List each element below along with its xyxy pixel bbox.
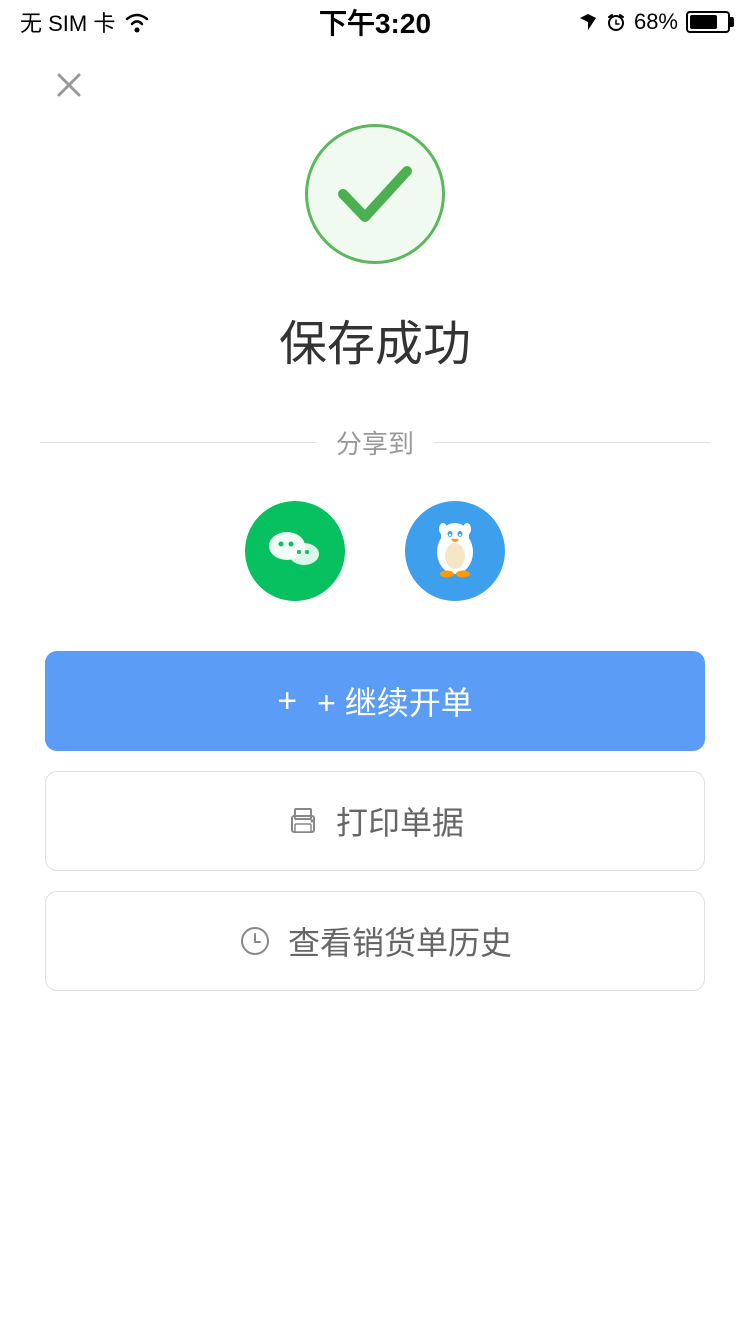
checkmark-icon [335, 159, 415, 229]
share-section: 分享到 [0, 424, 750, 601]
status-time: 下午3:20 [319, 2, 431, 42]
battery-icon [686, 11, 730, 33]
continue-button[interactable]: + + 继续开单 [45, 651, 705, 751]
status-right: 68% [578, 9, 730, 35]
share-icons-row [245, 501, 505, 601]
clock-icon [238, 924, 272, 958]
wechat-icon [264, 524, 326, 578]
print-label: 打印单据 [336, 798, 464, 844]
share-divider: 分享到 [0, 424, 750, 461]
status-bar: 无 SIM 卡 下午3:20 68% [0, 0, 750, 44]
battery-percent: 68% [634, 9, 678, 35]
status-left: 无 SIM 卡 [20, 6, 151, 38]
wechat-share-button[interactable] [245, 501, 345, 601]
alarm-icon [606, 12, 626, 32]
location-icon [578, 12, 598, 32]
no-sim-label: 无 SIM 卡 [20, 6, 115, 38]
continue-label: + 继续开单 [317, 678, 473, 724]
share-label: 分享到 [336, 424, 414, 461]
plus-icon: + [277, 682, 297, 721]
history-label: 查看销货单历史 [288, 918, 512, 964]
main-content: 保存成功 分享到 [0, 44, 750, 991]
divider-line-right [434, 442, 710, 443]
close-button[interactable] [44, 60, 94, 110]
printer-icon [286, 804, 320, 838]
success-title: 保存成功 [279, 304, 471, 374]
qq-icon [429, 520, 481, 582]
success-icon-circle [305, 124, 445, 264]
wifi-icon [123, 11, 151, 33]
qq-share-button[interactable] [405, 501, 505, 601]
divider-line-left [40, 442, 316, 443]
print-button[interactable]: 打印单据 [45, 771, 705, 871]
action-buttons: + + 继续开单 打印单据 查看销货单历史 [45, 651, 705, 991]
history-button[interactable]: 查看销货单历史 [45, 891, 705, 991]
